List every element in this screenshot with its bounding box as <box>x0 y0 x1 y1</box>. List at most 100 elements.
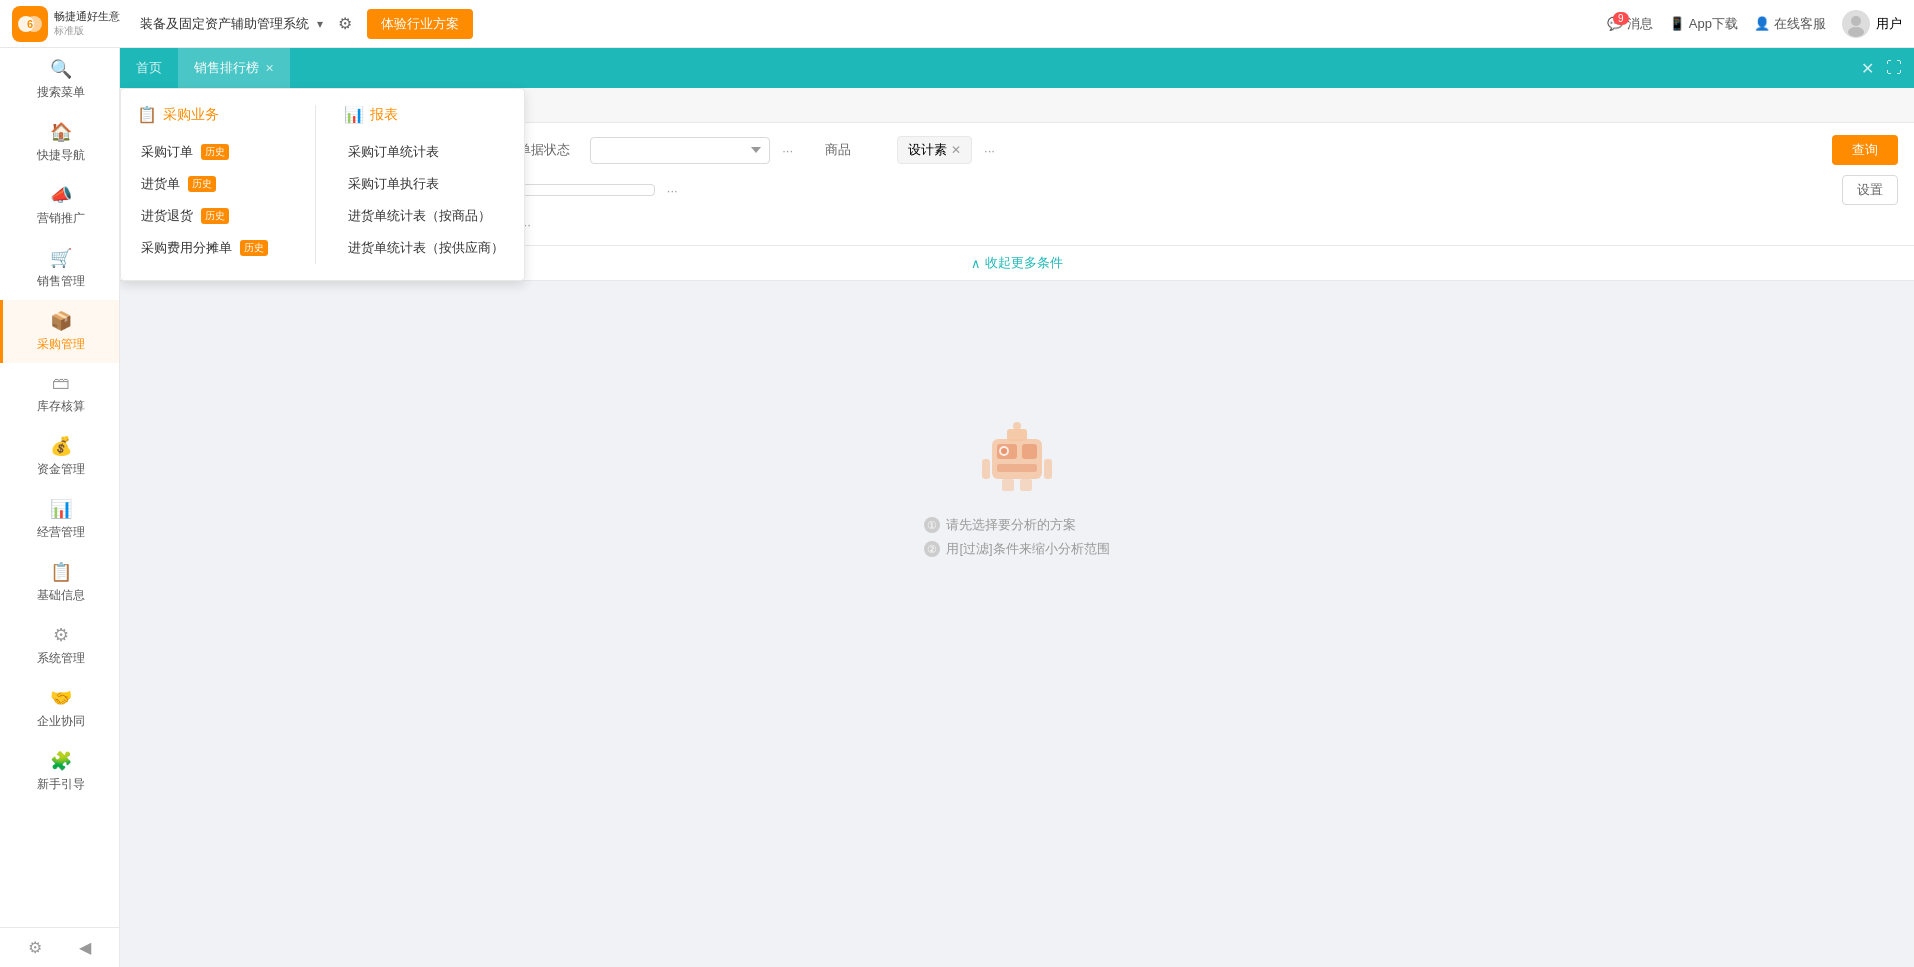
tab-home[interactable]: 首页 <box>120 48 178 88</box>
sidebar-item-sales[interactable]: 🛒 销售管理 <box>0 237 119 300</box>
dropdown-item-receipt-by-supplier[interactable]: 进货单统计表（按供应商） <box>344 232 508 264</box>
report-column: 📊 报表 采购订单统计表 采购订单执行表 进货单统计表（按商品） 进货单统计表（… <box>344 105 508 264</box>
purchase-column: 📋 采购业务 采购订单 历史 进货单 历史 进货退货 历史 <box>137 105 287 264</box>
sidebar-item-enterprise[interactable]: 🤝 企业协同 <box>0 677 119 740</box>
goods-tag-value: 设计素 <box>908 141 947 159</box>
message-action[interactable]: 💬 9 消息 <box>1607 15 1653 33</box>
sales-icon: 🛒 <box>50 247 72 269</box>
goods-label: 商品 <box>825 141 885 159</box>
sidebar-item-finance[interactable]: 💰 资金管理 <box>0 425 119 488</box>
goods-dots[interactable]: ··· <box>984 143 995 158</box>
report-item-3-label: 进货单统计表（按供应商） <box>348 239 504 257</box>
purchase-dropdown-menu: 📋 采购业务 采购订单 历史 进货单 历史 进货退货 历史 <box>120 88 525 281</box>
content-area: 首页 销售排行榜 ✕ 📋 采购业务 采购订单 历史 <box>120 48 1914 967</box>
sidebar-item-search[interactable]: 🔍 搜索菜单 <box>0 48 119 111</box>
empty-state: ① 请先选择要分析的方案 ② 用[过滤]条件来缩小分析范围 <box>120 281 1914 681</box>
app-download-action[interactable]: 📱 App下载 <box>1669 15 1738 33</box>
dropdown-item-purchase-expense[interactable]: 采购费用分摊单 历史 <box>137 232 287 264</box>
online-service-action[interactable]: 👤 在线客服 <box>1754 15 1826 33</box>
tab-sales-rank-label: 销售排行榜 <box>194 59 259 77</box>
history-badge-2: 历史 <box>201 208 229 224</box>
logo-edition: 标准版 <box>54 24 120 38</box>
hint-text-2: 用[过滤]条件来缩小分析范围 <box>946 540 1109 558</box>
settings-button[interactable]: 设置 <box>1842 175 1898 205</box>
inventory-icon: 🗃 <box>52 373 70 394</box>
sidebar-label-marketing: 营销推广 <box>37 210 85 227</box>
sidebar-bottom: ⚙ ◀ <box>0 927 119 967</box>
system-title: 装备及固定资产辅助管理系统 <box>140 15 309 33</box>
empty-hint-1: ① 请先选择要分析的方案 <box>924 516 1109 534</box>
report-column-title: 📊 报表 <box>344 105 508 124</box>
sidebar-collapse-btn[interactable]: ◀ <box>79 938 91 957</box>
sidebar-item-basic-info[interactable]: 📋 基础信息 <box>0 551 119 614</box>
doc-status-select[interactable] <box>590 137 770 164</box>
message-badge: 9 <box>1613 12 1629 25</box>
message-label: 消息 <box>1627 15 1653 33</box>
tab-close-icon[interactable]: ✕ <box>265 62 274 75</box>
user-area[interactable]: 用户 <box>1842 10 1902 38</box>
doc-status-dots[interactable]: ··· <box>782 143 793 158</box>
industry-button[interactable]: 体验行业方案 <box>367 9 473 39</box>
svg-point-3 <box>1851 16 1861 26</box>
svg-rect-11 <box>982 459 990 479</box>
sidebar-item-inventory[interactable]: 🗃 库存核算 <box>0 363 119 425</box>
report-item-1-label: 采购订单执行表 <box>348 175 439 193</box>
dropdown-item-receipt-by-goods[interactable]: 进货单统计表（按商品） <box>344 200 508 232</box>
query-button[interactable]: 查询 <box>1832 135 1898 165</box>
svg-rect-13 <box>1002 479 1014 491</box>
svg-rect-12 <box>1044 459 1052 479</box>
sidebar-item-new-guide[interactable]: 🧩 新手引导 <box>0 740 119 803</box>
sidebar-label-finance: 资金管理 <box>37 461 85 478</box>
sidebar-label-inventory: 库存核算 <box>37 398 85 415</box>
sidebar-item-operations[interactable]: 📊 经营管理 <box>0 488 119 551</box>
dropdown-item-purchase-order-stat[interactable]: 采购订单统计表 <box>344 136 508 168</box>
app-download-label: App下载 <box>1689 15 1738 33</box>
dropdown-item-purchase-order[interactable]: 采购订单 历史 <box>137 136 287 168</box>
sidebar-item-quick-nav[interactable]: 🏠 快捷导航 <box>0 111 119 174</box>
empty-hints: ① 请先选择要分析的方案 ② 用[过滤]条件来缩小分析范围 <box>924 516 1109 558</box>
sidebar-label-system: 系统管理 <box>37 650 85 667</box>
service-icon: 👤 <box>1754 16 1770 31</box>
title-dropdown-icon[interactable]: ▾ <box>317 17 323 31</box>
dropdown-item-purchase-order-exec[interactable]: 采购订单执行表 <box>344 168 508 200</box>
purchase-order-label: 采购订单 <box>141 143 193 161</box>
phone-icon: 📱 <box>1669 16 1685 31</box>
goods-tag: 设计素 ✕ <box>897 136 972 164</box>
sidebar-label-basic-info: 基础信息 <box>37 587 85 604</box>
sidebar-settings-btn[interactable]: ⚙ <box>28 938 42 957</box>
sidebar-item-system[interactable]: ⚙ 系统管理 <box>0 614 119 677</box>
tab-sales-rank[interactable]: 销售排行榜 ✕ <box>178 48 290 88</box>
logo-area: 6 畅捷通好生意 标准版 <box>12 6 132 42</box>
message-badge-wrapper: 💬 9 <box>1607 16 1623 31</box>
history-badge-3: 历史 <box>240 240 268 256</box>
sidebar-label-operations: 经营管理 <box>37 524 85 541</box>
goods-tag-close[interactable]: ✕ <box>951 143 961 157</box>
doc-status-label: 单据状态 <box>518 141 578 159</box>
tab-expand-icon[interactable]: ⛶ <box>1882 55 1906 81</box>
svg-text:6: 6 <box>27 18 33 30</box>
top-header: 6 畅捷通好生意 标准版 装备及固定资产辅助管理系统 ▾ ⚙ 体验行业方案 💬 … <box>0 0 1914 48</box>
dropdown-item-purchase-receipt[interactable]: 进货单 历史 <box>137 168 287 200</box>
basic-info-icon: 📋 <box>50 561 72 583</box>
tab-bar-right: ✕ ⛶ <box>1857 55 1914 82</box>
hint-num-2: ② <box>924 541 940 557</box>
operations-icon: 📊 <box>50 498 72 520</box>
purchase-col-label: 采购业务 <box>163 106 219 124</box>
tab-close-all-icon[interactable]: ✕ <box>1857 55 1878 82</box>
report-col-label: 报表 <box>370 106 398 124</box>
chevron-up-icon: ∧ <box>971 256 981 271</box>
history-badge-1: 历史 <box>188 176 216 192</box>
sidebar-item-marketing[interactable]: 📣 营销推广 <box>0 174 119 237</box>
marketing-icon: 📣 <box>50 184 72 206</box>
dropdown-item-purchase-return[interactable]: 进货退货 历史 <box>137 200 287 232</box>
sidebar-item-purchase[interactable]: 📦 采购管理 <box>0 300 119 363</box>
svg-rect-8 <box>997 464 1037 472</box>
empty-hint-2: ② 用[过滤]条件来缩小分析范围 <box>924 540 1109 558</box>
home-icon: 🏠 <box>50 121 72 143</box>
settings-btn-wrap: 设置 <box>1842 175 1898 205</box>
system-settings-icon[interactable]: ⚙ <box>331 10 359 38</box>
purchase-return-label: 进货退货 <box>141 207 193 225</box>
empty-illustration <box>967 404 1067 504</box>
salesperson-dots[interactable]: ··· <box>667 183 678 198</box>
collapse-label: 收起更多条件 <box>985 254 1063 272</box>
